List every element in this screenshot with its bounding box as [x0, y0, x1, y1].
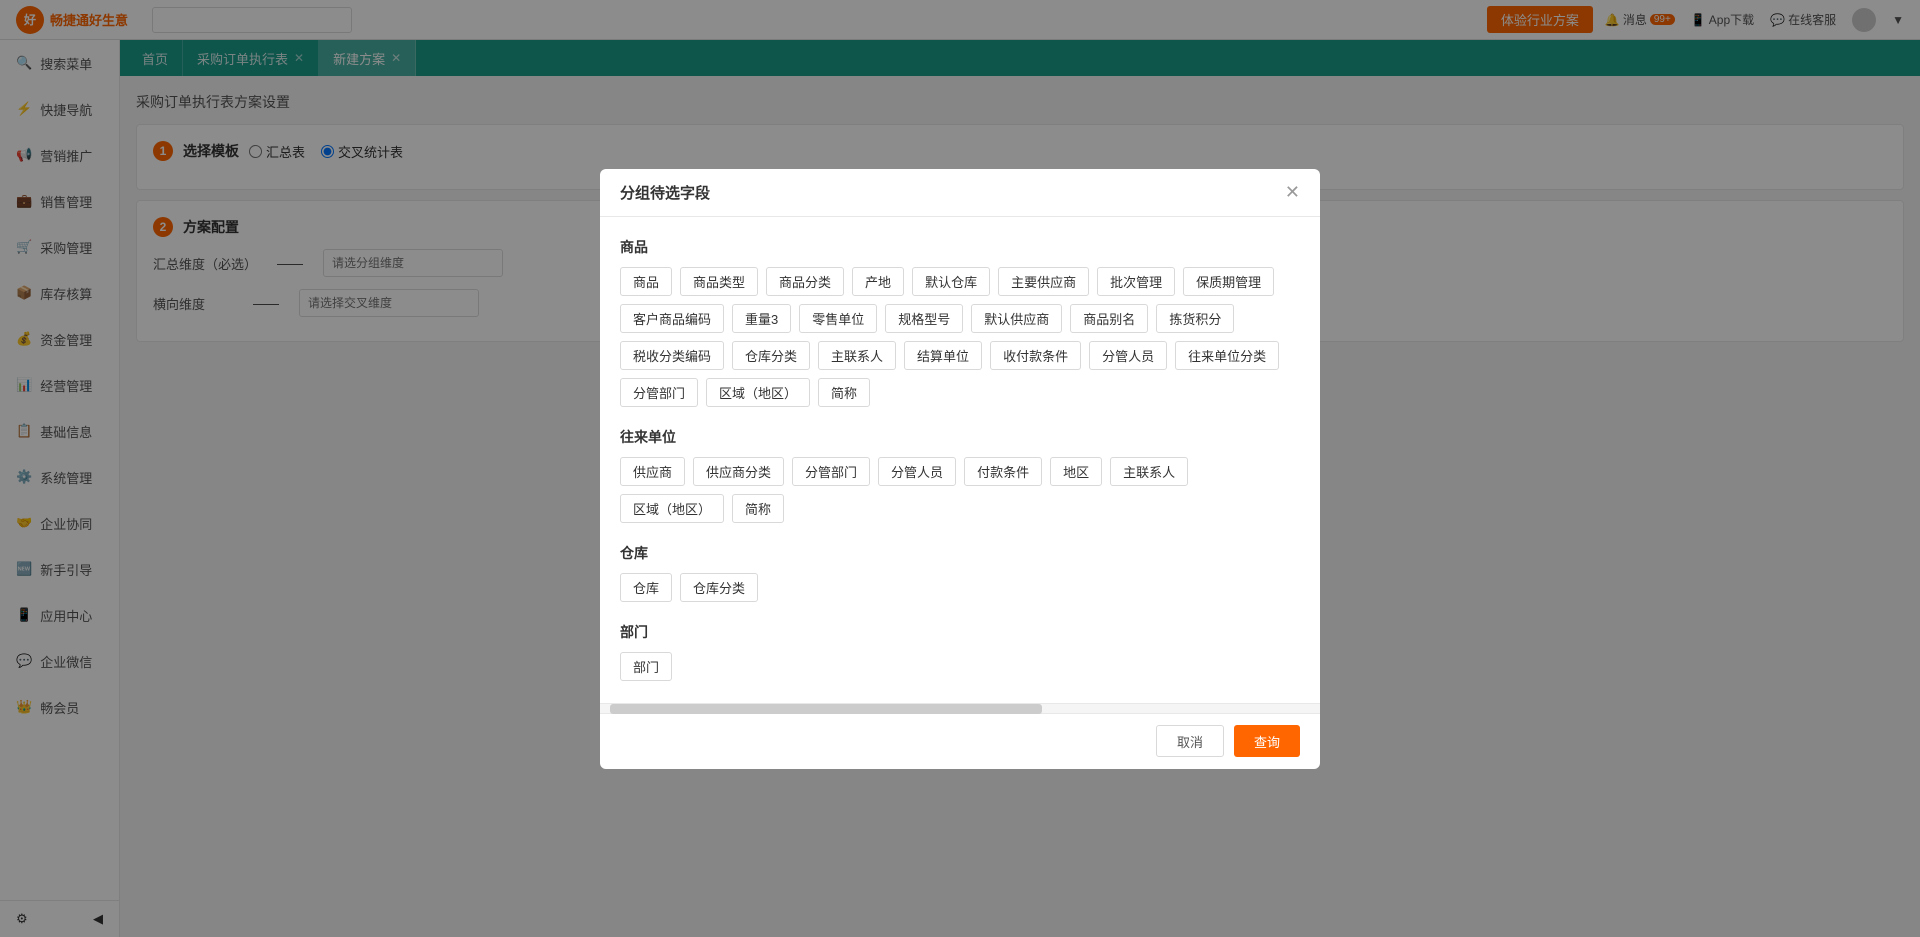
field-tag-付款条件[interactable]: 付款条件: [964, 457, 1042, 486]
field-tag-部门[interactable]: 部门: [620, 652, 672, 681]
modal-close-btn[interactable]: ✕: [1285, 183, 1300, 201]
cancel-button[interactable]: 取消: [1156, 725, 1224, 757]
confirm-button[interactable]: 查询: [1234, 725, 1300, 757]
field-tag-拣货积分[interactable]: 拣货积分: [1156, 304, 1234, 333]
field-tag-默认仓库[interactable]: 默认仓库: [912, 267, 990, 296]
field-tag-商品类型[interactable]: 商品类型: [680, 267, 758, 296]
field-tag-结算单位[interactable]: 结算单位: [904, 341, 982, 370]
field-tag-分管人员[interactable]: 分管人员: [1089, 341, 1167, 370]
section-title-goods: 商品: [620, 237, 1300, 257]
field-tag-分管人员[interactable]: 分管人员: [878, 457, 956, 486]
field-tags-goods: 商品商品类型商品分类产地默认仓库主要供应商批次管理保质期管理客户商品编码重量3 零…: [620, 267, 1300, 407]
field-tag-主联系人[interactable]: 主联系人: [1110, 457, 1188, 486]
field-tag-主要供应商[interactable]: 主要供应商: [998, 267, 1089, 296]
field-tag-税收分类编码[interactable]: 税收分类编码: [620, 341, 724, 370]
field-tag-默认供应商[interactable]: 默认供应商: [971, 304, 1062, 333]
section-title-warehouse: 仓库: [620, 543, 1300, 563]
field-tag-仓库[interactable]: 仓库: [620, 573, 672, 602]
field-tag-重量3[interactable]: 重量3: [732, 304, 791, 333]
field-tag-批次管理[interactable]: 批次管理: [1097, 267, 1175, 296]
section-warehouse: 仓库仓库仓库分类: [620, 543, 1300, 602]
modal-body: 商品商品商品类型商品分类产地默认仓库主要供应商批次管理保质期管理客户商品编码重量…: [600, 217, 1320, 703]
section-partner: 往来单位供应商供应商分类分管部门分管人员付款条件地区主联系人区域（地区） 简称: [620, 427, 1300, 523]
section-title-department: 部门: [620, 622, 1300, 642]
field-tag-简称[interactable]: 简称: [818, 378, 870, 407]
field-tags-partner: 供应商供应商分类分管部门分管人员付款条件地区主联系人区域（地区） 简称: [620, 457, 1300, 523]
field-tag-区域（地区）[interactable]: 区域（地区）: [620, 494, 724, 523]
section-title-partner: 往来单位: [620, 427, 1300, 447]
field-tag-供应商[interactable]: 供应商: [620, 457, 685, 486]
modal-overlay: 分组待选字段 ✕ 商品商品商品类型商品分类产地默认仓库主要供应商批次管理保质期管…: [0, 0, 1920, 937]
section-department: 部门部门: [620, 622, 1300, 681]
field-tag-产地[interactable]: 产地: [852, 267, 904, 296]
field-tag-分管部门[interactable]: 分管部门: [620, 378, 698, 407]
field-tag-仓库分类[interactable]: 仓库分类: [732, 341, 810, 370]
field-tag-简称[interactable]: 简称: [732, 494, 784, 523]
modal-header: 分组待选字段 ✕: [600, 169, 1320, 217]
field-tag-零售单位[interactable]: 零售单位: [799, 304, 877, 333]
field-tag-分管部门[interactable]: 分管部门: [792, 457, 870, 486]
field-tags-warehouse: 仓库仓库分类: [620, 573, 1300, 602]
field-tag-商品别名[interactable]: 商品别名: [1070, 304, 1148, 333]
modal-footer: 取消 查询: [600, 713, 1320, 769]
field-tag-区域（地区）[interactable]: 区域（地区）: [706, 378, 810, 407]
field-tag-仓库分类[interactable]: 仓库分类: [680, 573, 758, 602]
field-tag-地区[interactable]: 地区: [1050, 457, 1102, 486]
modal-title: 分组待选字段: [620, 182, 710, 203]
field-tag-商品分类[interactable]: 商品分类: [766, 267, 844, 296]
field-tag-商品[interactable]: 商品: [620, 267, 672, 296]
modal-hscroll[interactable]: [600, 703, 1320, 713]
section-goods: 商品商品商品类型商品分类产地默认仓库主要供应商批次管理保质期管理客户商品编码重量…: [620, 237, 1300, 407]
field-tag-主联系人[interactable]: 主联系人: [818, 341, 896, 370]
field-select-modal: 分组待选字段 ✕ 商品商品商品类型商品分类产地默认仓库主要供应商批次管理保质期管…: [600, 169, 1320, 769]
field-tag-往来单位分类[interactable]: 往来单位分类: [1175, 341, 1279, 370]
field-tag-客户商品编码[interactable]: 客户商品编码: [620, 304, 724, 333]
field-tag-供应商分类[interactable]: 供应商分类: [693, 457, 784, 486]
field-tag-规格型号[interactable]: 规格型号: [885, 304, 963, 333]
hscroll-thumb: [610, 704, 1042, 714]
field-tag-保质期管理[interactable]: 保质期管理: [1183, 267, 1274, 296]
field-tags-department: 部门: [620, 652, 1300, 681]
field-tag-收付款条件[interactable]: 收付款条件: [990, 341, 1081, 370]
